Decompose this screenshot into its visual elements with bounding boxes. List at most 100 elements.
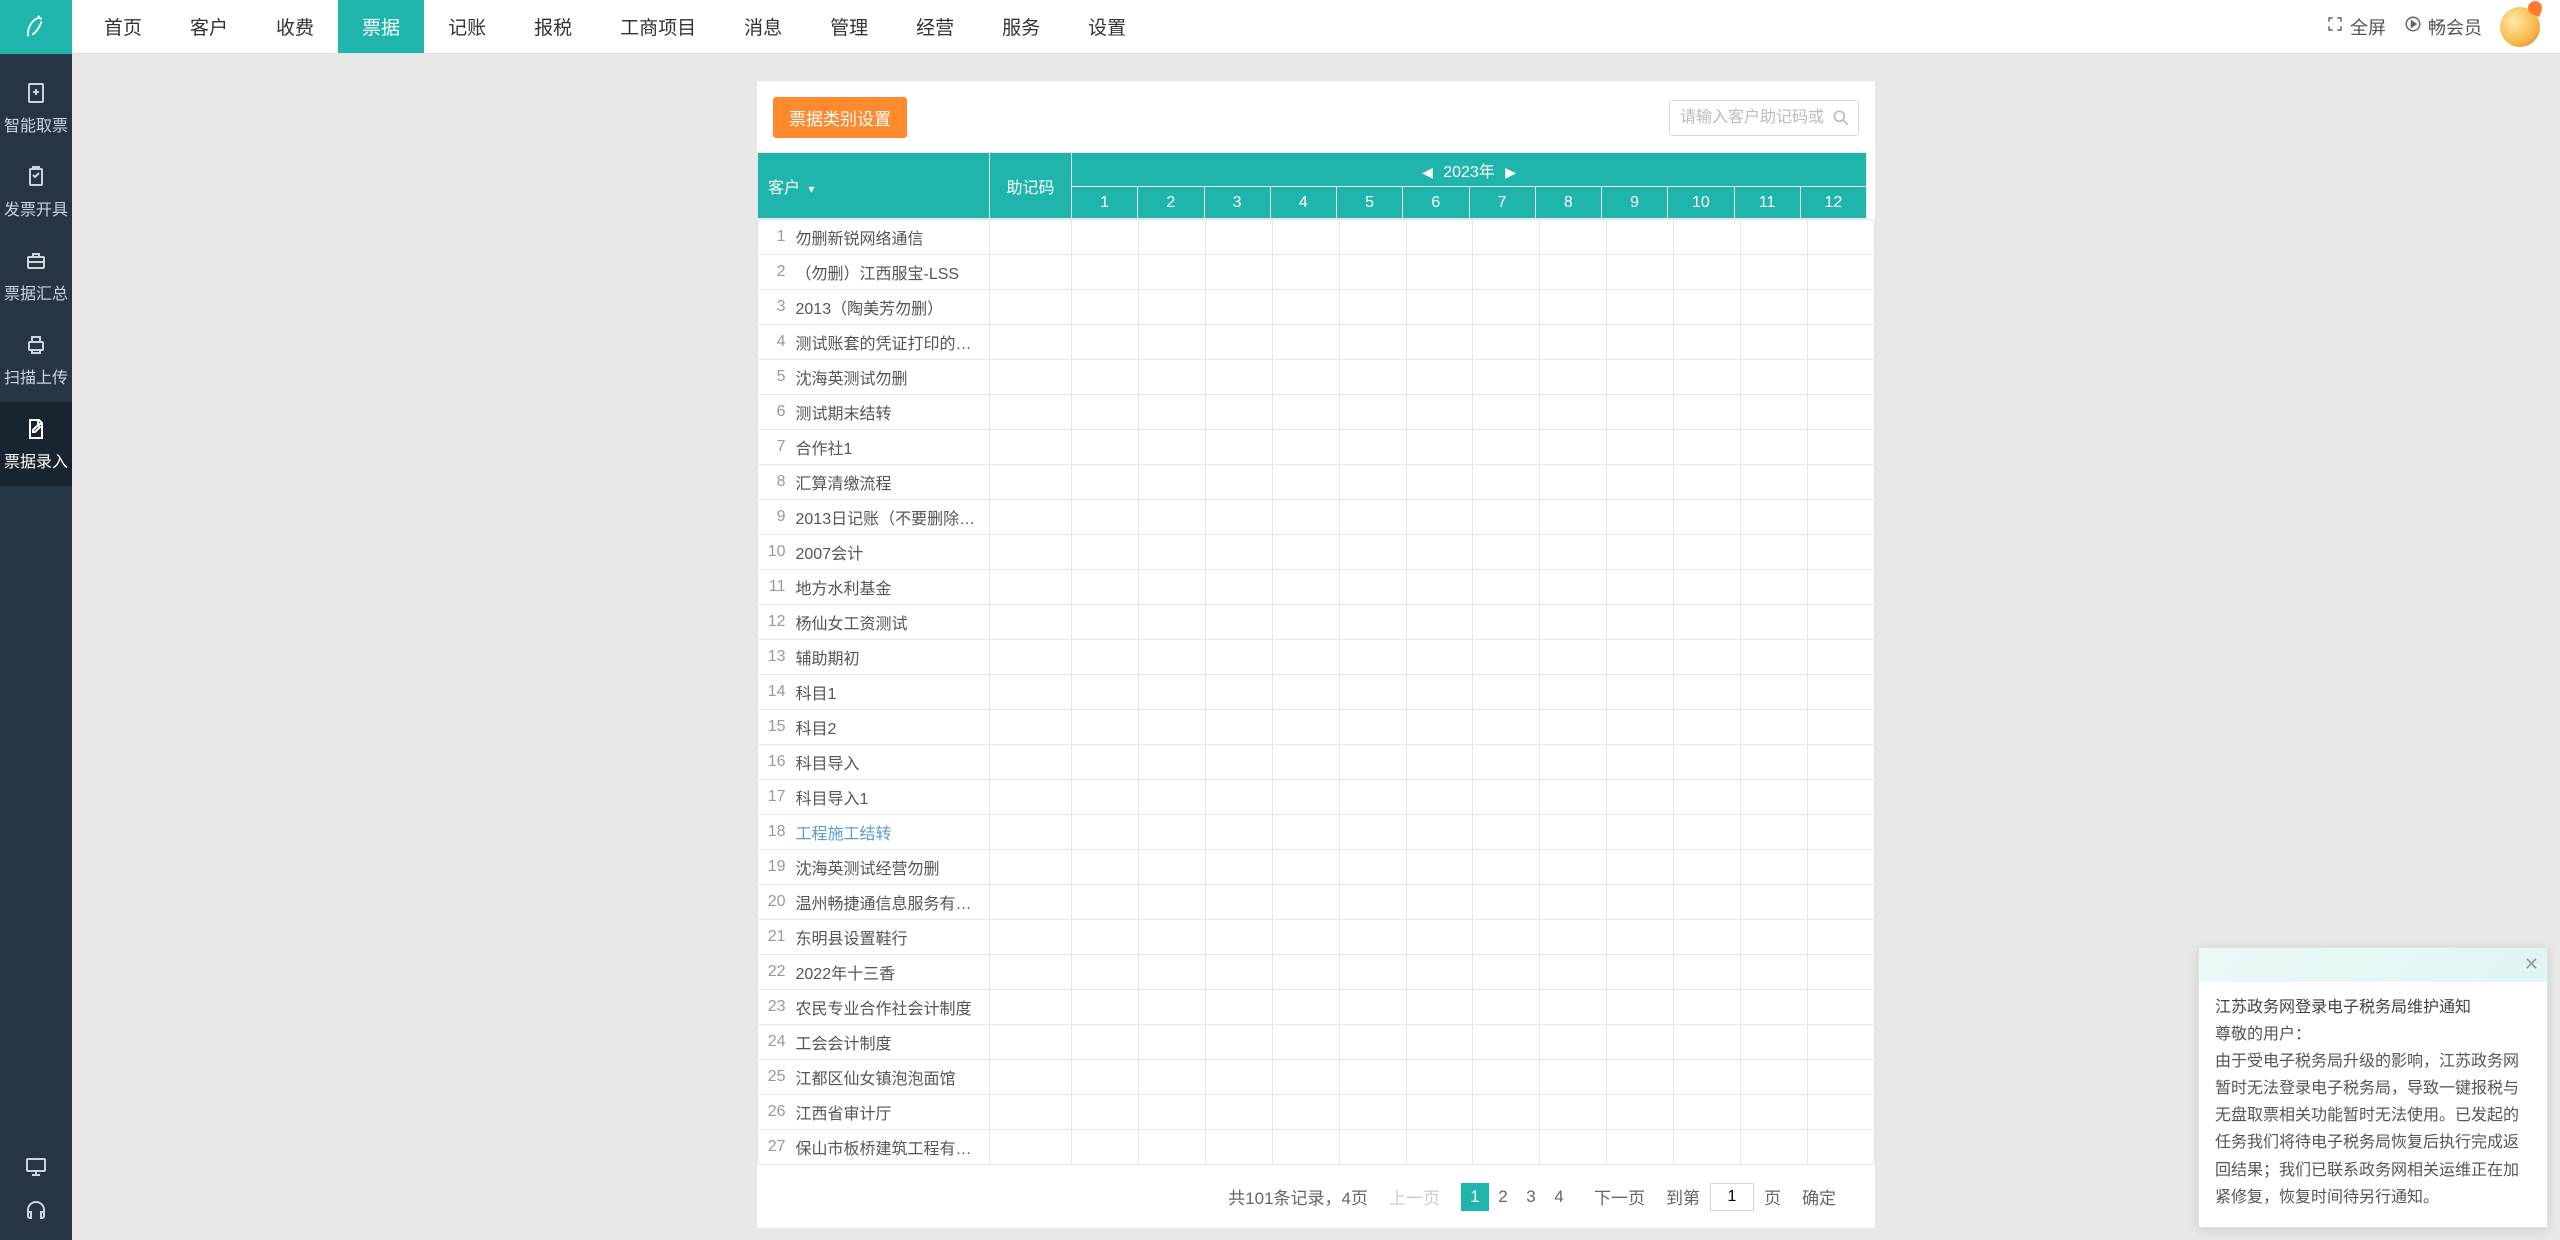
row-month-cell[interactable] bbox=[1272, 360, 1339, 395]
row-month-cell[interactable] bbox=[1807, 395, 1874, 430]
row-month-cell[interactable] bbox=[1807, 325, 1874, 360]
row-month-cell[interactable] bbox=[1339, 920, 1406, 955]
row-month-cell[interactable] bbox=[1272, 395, 1339, 430]
row-month-cell[interactable] bbox=[1540, 430, 1607, 465]
monitor-icon[interactable] bbox=[23, 1154, 49, 1180]
row-month-cell[interactable] bbox=[1406, 1025, 1473, 1060]
row-month-cell[interactable] bbox=[1272, 570, 1339, 605]
nav-item-6[interactable]: 工商项目 bbox=[596, 0, 720, 53]
row-month-cell[interactable] bbox=[1272, 1095, 1339, 1130]
row-month-cell[interactable] bbox=[1138, 850, 1205, 885]
sidebar-item-1[interactable]: 发票开具 bbox=[0, 150, 72, 234]
row-month-cell[interactable] bbox=[1540, 780, 1607, 815]
pager-next-button[interactable]: 下一页 bbox=[1583, 1179, 1656, 1214]
row-month-cell[interactable] bbox=[1540, 220, 1607, 255]
row-month-cell[interactable] bbox=[1473, 745, 1540, 780]
table-row[interactable]: 15科目2 bbox=[758, 710, 1875, 745]
row-month-cell[interactable] bbox=[1138, 1025, 1205, 1060]
row-month-cell[interactable] bbox=[1674, 710, 1741, 745]
row-month-cell[interactable] bbox=[1607, 640, 1674, 675]
row-month-cell[interactable] bbox=[1072, 605, 1139, 640]
row-month-cell[interactable] bbox=[1741, 955, 1808, 990]
row-month-cell[interactable] bbox=[1138, 745, 1205, 780]
row-month-cell[interactable] bbox=[1406, 1130, 1473, 1165]
row-month-cell[interactable] bbox=[1339, 255, 1406, 290]
row-month-cell[interactable] bbox=[1138, 395, 1205, 430]
row-month-cell[interactable] bbox=[1339, 570, 1406, 605]
row-month-cell[interactable] bbox=[1674, 1060, 1741, 1095]
row-month-cell[interactable] bbox=[1072, 815, 1139, 850]
row-month-cell[interactable] bbox=[1540, 955, 1607, 990]
row-month-cell[interactable] bbox=[1339, 430, 1406, 465]
row-month-cell[interactable] bbox=[1674, 465, 1741, 500]
row-month-cell[interactable] bbox=[1339, 1095, 1406, 1130]
row-month-cell[interactable] bbox=[1607, 1060, 1674, 1095]
row-month-cell[interactable] bbox=[1540, 745, 1607, 780]
search-icon[interactable] bbox=[1831, 108, 1851, 133]
row-month-cell[interactable] bbox=[1540, 815, 1607, 850]
row-month-cell[interactable] bbox=[1741, 500, 1808, 535]
row-month-cell[interactable] bbox=[1272, 990, 1339, 1025]
row-month-cell[interactable] bbox=[1406, 220, 1473, 255]
row-month-cell[interactable] bbox=[1205, 395, 1272, 430]
row-month-cell[interactable] bbox=[1607, 465, 1674, 500]
row-month-cell[interactable] bbox=[1406, 290, 1473, 325]
row-month-cell[interactable] bbox=[1072, 500, 1139, 535]
row-month-cell[interactable] bbox=[1807, 885, 1874, 920]
row-month-cell[interactable] bbox=[1741, 430, 1808, 465]
nav-item-8[interactable]: 管理 bbox=[806, 0, 892, 53]
row-month-cell[interactable] bbox=[1807, 1095, 1874, 1130]
table-row[interactable]: 92013日记账（不要删除哈，谢... bbox=[758, 500, 1875, 535]
row-month-cell[interactable] bbox=[1473, 220, 1540, 255]
row-month-cell[interactable] bbox=[1540, 1130, 1607, 1165]
col-header-customer[interactable]: 客户 ▾ bbox=[758, 153, 990, 219]
row-month-cell[interactable] bbox=[1205, 780, 1272, 815]
row-month-cell[interactable] bbox=[1807, 710, 1874, 745]
row-month-cell[interactable] bbox=[1072, 990, 1139, 1025]
pager-page-4[interactable]: 4 bbox=[1545, 1183, 1573, 1211]
row-month-cell[interactable] bbox=[1205, 220, 1272, 255]
row-month-cell[interactable] bbox=[1339, 1130, 1406, 1165]
row-month-cell[interactable] bbox=[1473, 605, 1540, 640]
row-month-cell[interactable] bbox=[1205, 710, 1272, 745]
row-month-cell[interactable] bbox=[1339, 1025, 1406, 1060]
sidebar-item-0[interactable]: 智能取票 bbox=[0, 66, 72, 150]
row-month-cell[interactable] bbox=[1674, 815, 1741, 850]
row-month-cell[interactable] bbox=[1205, 745, 1272, 780]
row-month-cell[interactable] bbox=[1741, 745, 1808, 780]
row-month-cell[interactable] bbox=[1607, 990, 1674, 1025]
nav-item-3[interactable]: 票据 bbox=[338, 0, 424, 53]
row-month-cell[interactable] bbox=[1406, 710, 1473, 745]
row-month-cell[interactable] bbox=[1807, 500, 1874, 535]
nav-item-4[interactable]: 记账 bbox=[424, 0, 510, 53]
row-month-cell[interactable] bbox=[1205, 325, 1272, 360]
row-month-cell[interactable] bbox=[1674, 1025, 1741, 1060]
bill-type-setting-button[interactable]: 票据类别设置 bbox=[773, 97, 907, 138]
row-month-cell[interactable] bbox=[1138, 1095, 1205, 1130]
row-month-cell[interactable] bbox=[1406, 500, 1473, 535]
row-month-cell[interactable] bbox=[1072, 885, 1139, 920]
row-month-cell[interactable] bbox=[1540, 325, 1607, 360]
row-month-cell[interactable] bbox=[1205, 815, 1272, 850]
pager-page-3[interactable]: 3 bbox=[1517, 1183, 1545, 1211]
row-month-cell[interactable] bbox=[1741, 255, 1808, 290]
row-month-cell[interactable] bbox=[1540, 990, 1607, 1025]
row-month-cell[interactable] bbox=[1473, 535, 1540, 570]
row-month-cell[interactable] bbox=[1473, 990, 1540, 1025]
row-month-cell[interactable] bbox=[1473, 255, 1540, 290]
table-row[interactable]: 25江都区仙女镇泡泡面馆 bbox=[758, 1060, 1875, 1095]
row-month-cell[interactable] bbox=[1473, 1025, 1540, 1060]
row-month-cell[interactable] bbox=[1272, 1130, 1339, 1165]
row-month-cell[interactable] bbox=[1607, 710, 1674, 745]
row-month-cell[interactable] bbox=[1272, 920, 1339, 955]
row-month-cell[interactable] bbox=[1138, 220, 1205, 255]
row-month-cell[interactable] bbox=[1741, 220, 1808, 255]
row-month-cell[interactable] bbox=[1339, 780, 1406, 815]
row-month-cell[interactable] bbox=[1138, 605, 1205, 640]
row-month-cell[interactable] bbox=[1072, 675, 1139, 710]
row-month-cell[interactable] bbox=[1741, 570, 1808, 605]
row-month-cell[interactable] bbox=[1205, 990, 1272, 1025]
close-icon[interactable]: ✕ bbox=[2524, 954, 2539, 975]
row-month-cell[interactable] bbox=[1741, 675, 1808, 710]
table-row[interactable]: 2（勿删）江西服宝-LSS bbox=[758, 255, 1875, 290]
